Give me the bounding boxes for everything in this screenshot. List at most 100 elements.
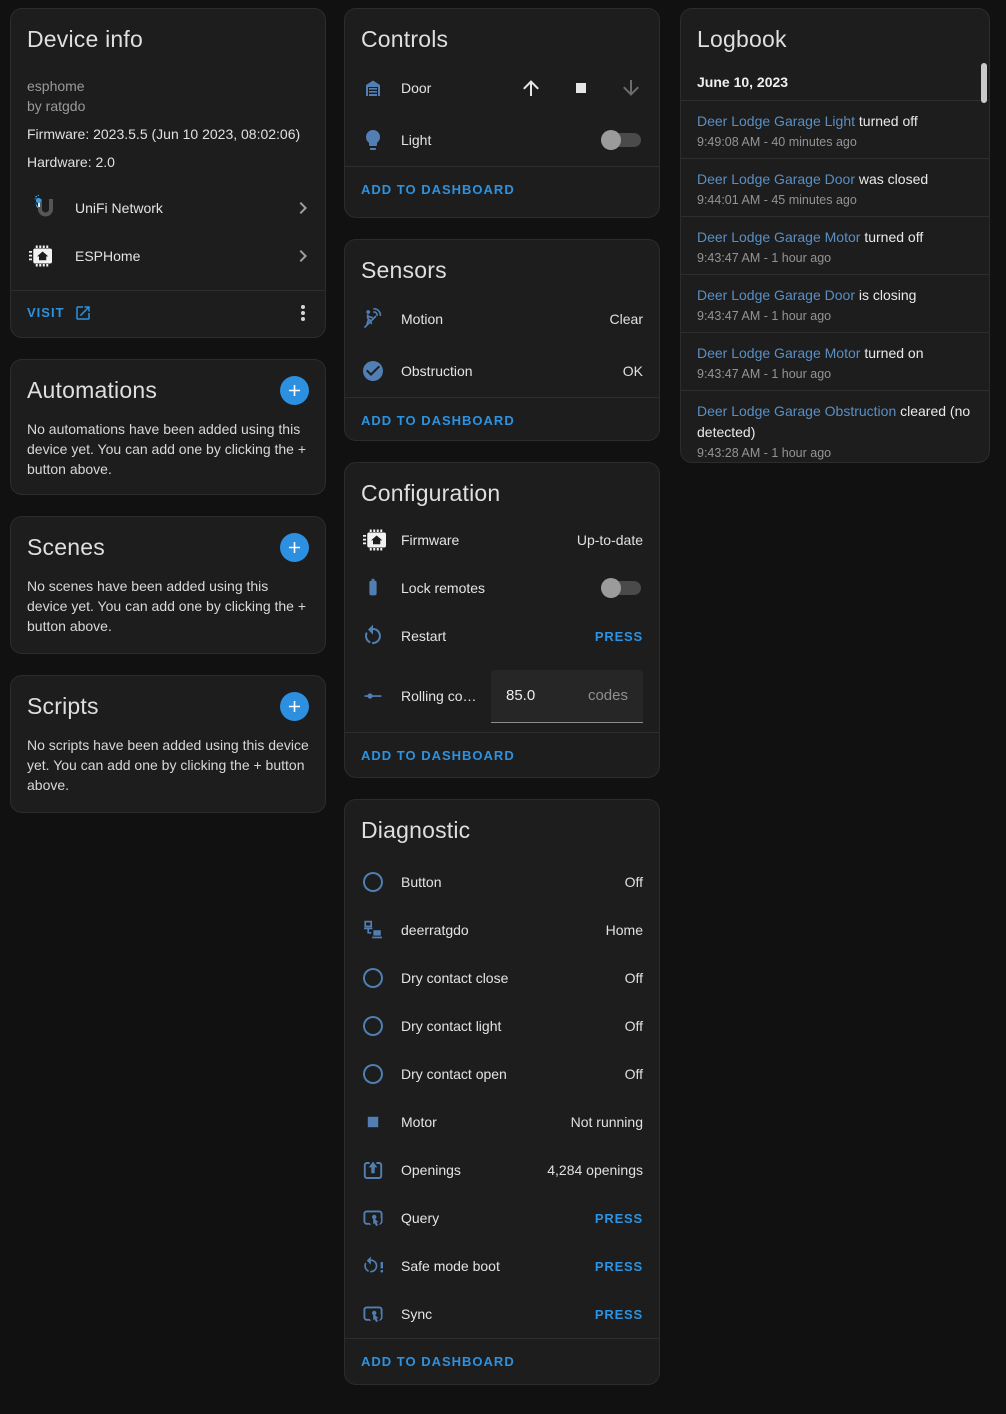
device-page: Device info esphome by ratgdo Firmware: … xyxy=(0,0,1006,1414)
door-stop-button[interactable] xyxy=(571,78,591,98)
door-row[interactable]: Door xyxy=(345,62,659,114)
entity-link[interactable]: Deer Lodge Garage Motor xyxy=(697,345,860,361)
logbook-entry: Deer Lodge Garage Obstruction cleared (n… xyxy=(681,390,989,462)
integration-label: ESPHome xyxy=(75,248,141,264)
arrow-down-icon xyxy=(619,76,643,100)
deerratgdo-row[interactable]: deerratgdo Home xyxy=(345,906,659,954)
safe-mode-boot-row[interactable]: Safe mode boot PRESS xyxy=(345,1242,659,1290)
restart-row[interactable]: Restart PRESS xyxy=(345,612,659,660)
controls-card: Controls Door Light ADD TO DASHBOARD xyxy=(344,8,660,218)
entity-link[interactable]: Deer Lodge Garage Light xyxy=(697,113,855,129)
logbook-card: Logbook June 10, 2023 Deer Lodge Garage … xyxy=(680,8,990,463)
motion-row[interactable]: Motion Clear xyxy=(345,293,659,345)
query-press-button[interactable]: PRESS xyxy=(595,1211,643,1226)
entity-link[interactable]: Deer Lodge Garage Door xyxy=(697,171,855,187)
lock-remotes-toggle[interactable] xyxy=(601,577,643,599)
dry-contact-close-state: Off xyxy=(624,970,643,986)
visit-button[interactable]: VISIT xyxy=(27,304,92,322)
circle-outline-icon xyxy=(361,966,385,990)
add-scene-button[interactable] xyxy=(280,533,309,562)
logbook-title: Logbook xyxy=(697,26,787,52)
entity-link[interactable]: Deer Lodge Garage Motor xyxy=(697,229,860,245)
door-close-button[interactable] xyxy=(619,76,643,100)
safe-mode-boot-press-button[interactable]: PRESS xyxy=(595,1259,643,1274)
remote-icon xyxy=(361,576,385,600)
motor-state: Not running xyxy=(570,1114,643,1130)
logbook-scrollbar[interactable] xyxy=(981,63,987,103)
automations-empty-text: No automations have been added using thi… xyxy=(27,421,307,477)
dry-contact-close-row[interactable]: Dry contact close Off xyxy=(345,954,659,1002)
logbook-entry: Deer Lodge Garage Door is closing 9:43:4… xyxy=(681,274,989,332)
rolling-code-row[interactable]: Rolling co… 85.0 codes xyxy=(345,660,659,732)
controls-add-to-dashboard-button[interactable]: ADD TO DASHBOARD xyxy=(361,182,515,197)
integration-row-unifi[interactable]: UniFi Network xyxy=(11,184,325,232)
entity-link[interactable]: Deer Lodge Garage Obstruction xyxy=(697,403,896,419)
restart-press-button[interactable]: PRESS xyxy=(595,629,643,644)
circle-outline-icon xyxy=(361,870,385,894)
diagnostic-card: Diagnostic Button Off deerratgdo Home Dr… xyxy=(344,799,660,1385)
scripts-title: Scripts xyxy=(27,693,99,719)
slider-icon xyxy=(361,684,385,708)
sensors-title: Sensors xyxy=(361,257,447,283)
logbook-entry: Deer Lodge Garage Door was closed 9:44:0… xyxy=(681,158,989,216)
logbook-entry: Deer Lodge Garage Motor turned off 9:43:… xyxy=(681,216,989,274)
openings-label: Openings xyxy=(401,1162,461,1178)
entry-time: 9:43:47 AM - 1 hour ago xyxy=(697,251,832,265)
motion-label: Motion xyxy=(401,311,444,327)
garage-icon xyxy=(361,76,385,100)
lan-icon xyxy=(361,918,385,942)
rolling-code-input[interactable]: 85.0 codes xyxy=(491,669,643,723)
add-automation-button[interactable] xyxy=(280,376,309,405)
entry-time: 9:43:28 AM - 1 hour ago xyxy=(697,446,832,460)
sensors-add-to-dashboard-button[interactable]: ADD TO DASHBOARD xyxy=(361,413,515,428)
rolling-code-value: 85.0 xyxy=(506,687,536,704)
dry-contact-light-state: Off xyxy=(624,1018,643,1034)
automations-card: Automations No automations have been add… xyxy=(10,359,326,495)
light-row[interactable]: Light xyxy=(345,114,659,166)
entry-time: 9:43:47 AM - 1 hour ago xyxy=(697,309,832,323)
sync-press-button[interactable]: PRESS xyxy=(595,1307,643,1322)
entity-link[interactable]: Deer Lodge Garage Door xyxy=(697,287,855,303)
integration-row-esphome[interactable]: ESPHome xyxy=(11,232,325,280)
dry-contact-light-row[interactable]: Dry contact light Off xyxy=(345,1002,659,1050)
restart-icon xyxy=(361,624,385,648)
dry-contact-open-label: Dry contact open xyxy=(401,1066,507,1082)
light-toggle[interactable] xyxy=(601,129,643,151)
scenes-card: Scenes No scenes have been added using t… xyxy=(10,516,326,654)
deerratgdo-label: deerratgdo xyxy=(401,922,469,938)
obstruction-row[interactable]: Obstruction OK xyxy=(345,345,659,397)
motor-row[interactable]: Motor Not running xyxy=(345,1098,659,1146)
diagnostic-add-to-dashboard-button[interactable]: ADD TO DASHBOARD xyxy=(361,1354,515,1369)
safe-mode-boot-label: Safe mode boot xyxy=(401,1258,500,1274)
sync-row[interactable]: Sync PRESS xyxy=(345,1290,659,1338)
logbook-entry: Deer Lodge Garage Light turned off 9:49:… xyxy=(681,101,989,158)
sync-label: Sync xyxy=(401,1306,433,1322)
restart-alert-icon xyxy=(361,1254,385,1278)
stop-icon xyxy=(571,78,591,98)
button-row[interactable]: Button Off xyxy=(345,858,659,906)
plus-icon xyxy=(285,538,304,557)
add-script-button[interactable] xyxy=(280,692,309,721)
entry-action: turned off xyxy=(864,229,924,245)
circle-outline-icon xyxy=(361,1062,385,1086)
lock-remotes-label: Lock remotes xyxy=(401,580,486,596)
lightbulb-icon xyxy=(361,128,385,152)
configuration-title: Configuration xyxy=(361,480,501,506)
query-row[interactable]: Query PRESS xyxy=(345,1194,659,1242)
openings-row[interactable]: Openings 4,284 openings xyxy=(345,1146,659,1194)
device-name-block: esphome by ratgdo xyxy=(11,62,325,116)
firmware-state: Up-to-date xyxy=(576,532,643,548)
query-label: Query xyxy=(401,1210,440,1226)
device-manufacturer: by ratgdo xyxy=(27,98,86,114)
dry-contact-close-label: Dry contact close xyxy=(401,970,509,986)
dry-contact-open-state: Off xyxy=(624,1066,643,1082)
overflow-menu-icon[interactable] xyxy=(291,301,315,325)
lock-remotes-row[interactable]: Lock remotes xyxy=(345,564,659,612)
door-open-button[interactable] xyxy=(519,76,543,100)
device-info-card: Device info esphome by ratgdo Firmware: … xyxy=(10,8,326,338)
visit-label: VISIT xyxy=(27,305,65,320)
firmware-row[interactable]: Firmware Up-to-date xyxy=(345,516,659,564)
dry-contact-open-row[interactable]: Dry contact open Off xyxy=(345,1050,659,1098)
configuration-add-to-dashboard-button[interactable]: ADD TO DASHBOARD xyxy=(361,748,515,763)
esphome-logo-icon xyxy=(27,241,57,271)
